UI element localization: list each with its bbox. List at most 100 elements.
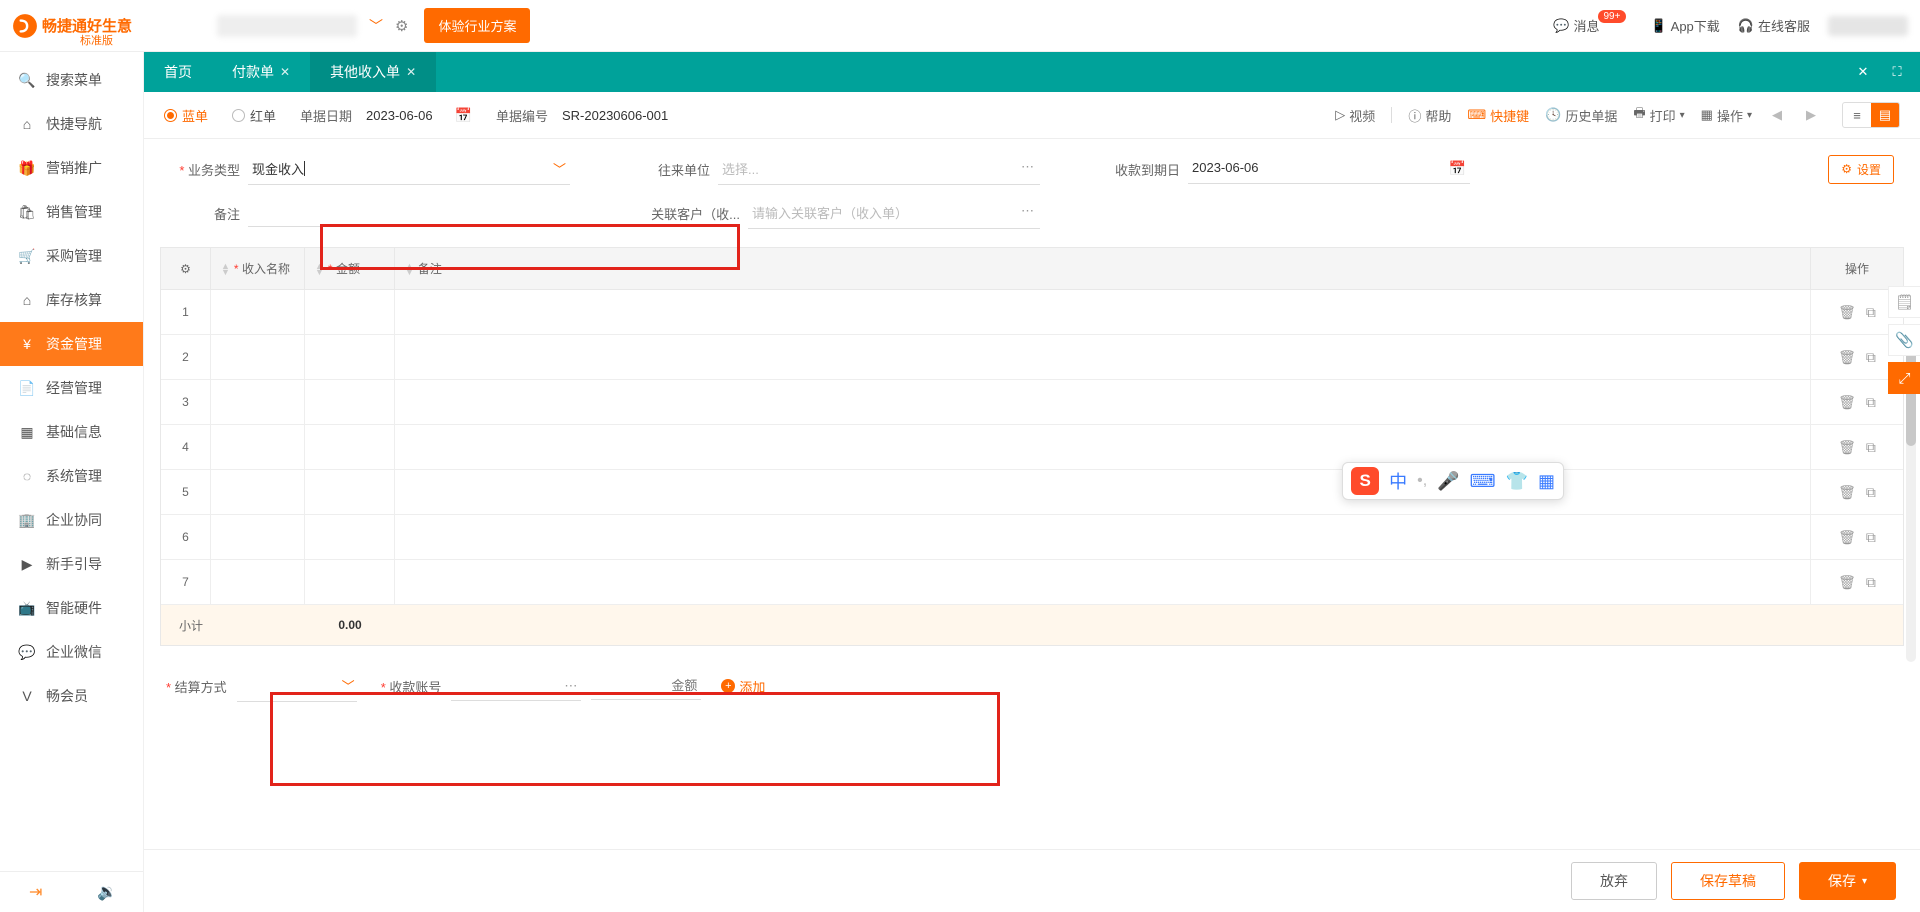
ime-toolbar[interactable]: S 中 •, 🎤 ⌨ 👕 ▦	[1342, 462, 1564, 500]
trial-button[interactable]: 体验行业方案	[424, 8, 530, 43]
copy-row-icon[interactable]: ⧉	[1866, 484, 1876, 501]
help-link[interactable]: ⓘ帮助	[1408, 106, 1451, 125]
delete-row-icon[interactable]: 🗑	[1838, 439, 1856, 456]
table-row[interactable]: 4🗑⧉	[161, 425, 1903, 470]
cell-amount[interactable]	[305, 425, 395, 469]
grid-config-icon[interactable]: ⚙	[161, 248, 211, 289]
shortcut-link[interactable]: ⌨快捷键	[1467, 106, 1529, 125]
sidebar-item-7[interactable]: 📄经营管理	[0, 366, 143, 410]
sidebar-item-3[interactable]: 🛍销售管理	[0, 190, 143, 234]
ime-punct-icon[interactable]: •,	[1417, 472, 1427, 490]
table-row[interactable]: 6🗑⧉	[161, 515, 1903, 560]
col-amount[interactable]: ▲▼金额	[305, 248, 395, 289]
biz-type-select[interactable]: 现金收入 ﹀	[248, 153, 570, 185]
calendar-icon[interactable]: 📅	[455, 107, 472, 124]
settings-gear-icon[interactable]: ⚙	[395, 17, 408, 35]
cell-name[interactable]	[211, 380, 305, 424]
close-icon[interactable]: ✕	[406, 65, 416, 79]
sidebar-item-0[interactable]: 🔍搜索菜单	[0, 58, 143, 102]
sidebar-item-5[interactable]: ⌂库存核算	[0, 278, 143, 322]
cell-amount[interactable]	[305, 380, 395, 424]
party-select[interactable]: 选择... ⋯	[718, 153, 1040, 185]
col-income-name[interactable]: ▲▼收入名称	[211, 248, 305, 289]
copy-row-icon[interactable]: ⧉	[1866, 349, 1876, 366]
radio-blue[interactable]: 蓝单	[164, 106, 208, 125]
cell-name[interactable]	[211, 470, 305, 514]
sidebar-item-12[interactable]: 📺智能硬件	[0, 586, 143, 630]
cell-amount[interactable]	[305, 470, 395, 514]
copy-row-icon[interactable]: ⧉	[1866, 304, 1876, 321]
cell-name[interactable]	[211, 290, 305, 334]
ops-link[interactable]: ▦操作▾	[1701, 106, 1752, 125]
close-icon[interactable]: ✕	[280, 65, 290, 79]
sidebar-item-10[interactable]: 🏢企业协同	[0, 498, 143, 542]
sidebar-item-9[interactable]: ◌系统管理	[0, 454, 143, 498]
tab-1[interactable]: 付款单✕	[212, 52, 310, 92]
table-row[interactable]: 7🗑⧉	[161, 560, 1903, 605]
settle-account-select[interactable]: ⋯	[451, 672, 581, 701]
sidebar-item-8[interactable]: ▦基础信息	[0, 410, 143, 454]
company-caret-icon[interactable]: ﹀	[369, 16, 383, 36]
cell-note[interactable]	[395, 515, 1811, 559]
ime-skin-icon[interactable]: 👕	[1506, 471, 1528, 492]
cell-amount[interactable]	[305, 560, 395, 604]
tab-2[interactable]: 其他收入单✕	[310, 52, 436, 92]
rail-expand-icon[interactable]: ⤢	[1888, 362, 1920, 394]
sidebar-item-11[interactable]: ▶新手引导	[0, 542, 143, 586]
table-row[interactable]: 2🗑⧉	[161, 335, 1903, 380]
view-list-icon[interactable]: ≡	[1843, 103, 1871, 127]
customer-service-link[interactable]: 🎧 在线客服	[1738, 16, 1810, 35]
add-settlement-button[interactable]: +添加	[721, 677, 765, 696]
cell-name[interactable]	[211, 515, 305, 559]
more-icon[interactable]: ⋯	[1021, 203, 1036, 222]
delete-row-icon[interactable]: 🗑	[1838, 304, 1856, 321]
ime-mic-icon[interactable]: 🎤	[1437, 471, 1459, 492]
cell-note[interactable]	[395, 470, 1811, 514]
tab-fullscreen-icon[interactable]: ⛶	[1884, 59, 1910, 85]
save-button[interactable]: 保存▾	[1799, 862, 1896, 900]
col-note[interactable]: ▲▼备注	[395, 248, 1811, 289]
cell-amount[interactable]	[305, 290, 395, 334]
remark-input[interactable]	[248, 199, 570, 227]
delete-row-icon[interactable]: 🗑	[1838, 394, 1856, 411]
ime-toolbox-icon[interactable]: ▦	[1538, 471, 1555, 492]
related-customer-input[interactable]: 请输入关联客户（收入单） ⋯	[748, 197, 1040, 229]
copy-row-icon[interactable]: ⧉	[1866, 394, 1876, 411]
rail-note-icon[interactable]: 🗒	[1888, 286, 1920, 318]
settle-method-select[interactable]: ﹀	[237, 670, 357, 702]
next-doc-icon[interactable]: ▶	[1802, 107, 1820, 123]
ime-keyboard-icon[interactable]: ⌨	[1470, 471, 1496, 492]
sidebar-item-2[interactable]: 🎁营销推广	[0, 146, 143, 190]
calendar-icon[interactable]: 📅	[1449, 160, 1466, 177]
due-date-input[interactable]: 2023-06-06 📅	[1188, 154, 1470, 184]
settle-amount-input[interactable]	[591, 672, 701, 700]
table-row[interactable]: 5🗑⧉	[161, 470, 1903, 515]
rail-attach-icon[interactable]: 📎	[1888, 324, 1920, 356]
delete-row-icon[interactable]: 🗑	[1838, 574, 1856, 591]
cell-amount[interactable]	[305, 515, 395, 559]
cell-name[interactable]	[211, 560, 305, 604]
cell-name[interactable]	[211, 335, 305, 379]
cell-note[interactable]	[395, 560, 1811, 604]
copy-row-icon[interactable]: ⧉	[1866, 574, 1876, 591]
prev-doc-icon[interactable]: ◀	[1768, 107, 1786, 123]
sidebar-collapse-icon[interactable]: ⇥	[0, 872, 72, 912]
video-link[interactable]: ▷视频	[1335, 106, 1375, 125]
sidebar-item-13[interactable]: 💬企业微信	[0, 630, 143, 674]
save-draft-button[interactable]: 保存草稿	[1671, 862, 1785, 900]
company-selector[interactable]	[217, 15, 357, 37]
cell-name[interactable]	[211, 425, 305, 469]
copy-row-icon[interactable]: ⧉	[1866, 439, 1876, 456]
cell-note[interactable]	[395, 290, 1811, 334]
cell-note[interactable]	[395, 335, 1811, 379]
table-row[interactable]: 1🗑⧉	[161, 290, 1903, 335]
sidebar-item-6[interactable]: ¥资金管理	[0, 322, 143, 366]
sidebar-item-4[interactable]: 🛒采购管理	[0, 234, 143, 278]
delete-row-icon[interactable]: 🗑	[1838, 484, 1856, 501]
view-form-icon[interactable]: ▤	[1871, 103, 1899, 127]
tab-close-all-icon[interactable]: ✕	[1850, 59, 1876, 85]
cell-amount[interactable]	[305, 335, 395, 379]
ime-lang[interactable]: 中	[1389, 468, 1407, 494]
sidebar-sound-icon[interactable]: 🔉	[72, 872, 144, 912]
app-download-link[interactable]: 📱 App下载	[1650, 16, 1719, 35]
